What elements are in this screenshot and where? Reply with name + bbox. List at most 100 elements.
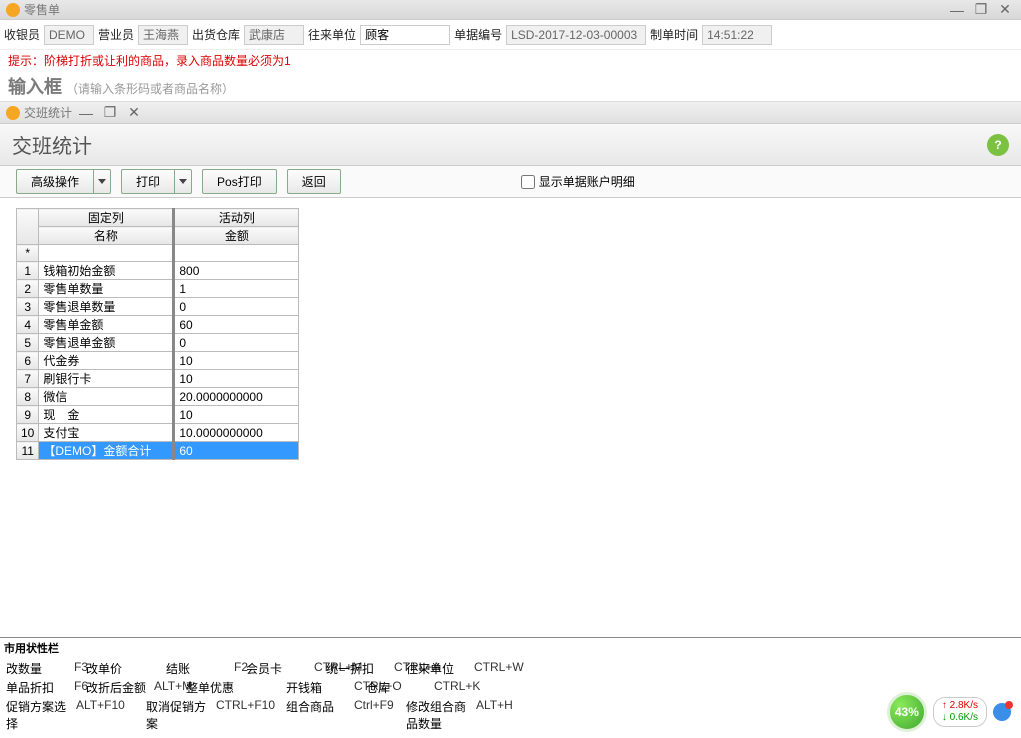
grid-area: 固定列 活动列 名称 金额 * 1钱箱初始金额8002零售单数量13零售退单数量… xyxy=(0,198,1021,470)
shortcut-label: 往来单位 xyxy=(406,660,466,677)
shortcut-item: 开钱箱CTRL+O xyxy=(286,679,366,696)
download-speed: 0.6K/s xyxy=(950,712,978,723)
print-button-main[interactable]: 打印 xyxy=(121,169,174,194)
mktime-field[interactable] xyxy=(702,25,772,45)
download-icon: ↓ xyxy=(942,712,947,723)
bottom-area: 市用状性栏 改数量F3改单价结账F2会员卡CTRL+M统一折扣CTRL+A往来单… xyxy=(0,637,1021,738)
table-row[interactable]: 7刷银行卡10 xyxy=(17,370,299,388)
table-row[interactable]: 1钱箱初始金额800 xyxy=(17,262,299,280)
shortcut-item: 改折后金额ALT+M xyxy=(86,679,186,696)
warehouse-field[interactable] xyxy=(244,25,304,45)
col-group-active: 活动列 xyxy=(174,209,299,227)
table-row[interactable]: 3零售退单数量0 xyxy=(17,298,299,316)
maximize-icon[interactable]: ❐ xyxy=(971,3,991,17)
cell-name: 【DEMO】金额合计 xyxy=(39,442,174,460)
sales-label: 营业员 xyxy=(98,26,134,43)
table-row[interactable]: 10支付宝10.0000000000 xyxy=(17,424,299,442)
shortcut-key: CTRL+W xyxy=(474,660,544,677)
back-button[interactable]: 返回 xyxy=(287,169,341,194)
row-number: 1 xyxy=(17,262,39,280)
app-icon xyxy=(6,3,20,17)
cell-amount: 0 xyxy=(174,298,299,316)
table-row[interactable]: 9现 金10 xyxy=(17,406,299,424)
warehouse-label: 出货仓库 xyxy=(192,26,240,43)
table-row[interactable]: 8微信20.0000000000 xyxy=(17,388,299,406)
shortcut-label: 整单优惠 xyxy=(186,679,246,696)
tray-icon[interactable] xyxy=(993,703,1011,721)
cell-name: 零售退单金额 xyxy=(39,334,174,352)
shortcut-label: 改单价 xyxy=(86,660,146,677)
main-title-bar: 零售单 — ❐ ✕ xyxy=(0,0,1021,20)
top-form: 收银员 营业员 出货仓库 往来单位 单据编号 制单时间 xyxy=(0,20,1021,50)
cell-amount: 10 xyxy=(174,406,299,424)
pos-print-button[interactable]: Pos打印 xyxy=(202,169,277,194)
cell-name: 支付宝 xyxy=(39,424,174,442)
shortcut-label: 开钱箱 xyxy=(286,679,346,696)
advanced-dropdown-icon[interactable] xyxy=(93,169,111,194)
input-label: 输入框 xyxy=(8,73,62,99)
shortcut-key: CTRL+K xyxy=(434,679,504,696)
cell-name: 代金券 xyxy=(39,352,174,370)
sales-field[interactable] xyxy=(138,25,188,45)
hint-text: 提示：阶梯打折或让利的商品，录入商品数量必须为1 xyxy=(0,50,1021,71)
network-widget[interactable]: 43% ↑ 2.8K/s ↓ 0.6K/s xyxy=(887,692,1011,732)
shortcut-key: ALT+H xyxy=(476,698,546,732)
print-button[interactable]: 打印 xyxy=(121,169,192,194)
sub-title-bar: 交班统计 — ❐ ✕ xyxy=(0,102,1021,124)
table-row[interactable]: 11【DEMO】金额合计60 xyxy=(17,442,299,460)
shortcut-label: 改数量 xyxy=(6,660,66,677)
sub-app-icon xyxy=(6,106,20,120)
table-row[interactable]: 2零售单数量1 xyxy=(17,280,299,298)
shortcut-item: 整单优惠 xyxy=(186,679,286,696)
cashier-field[interactable] xyxy=(44,25,94,45)
cell-name: 微信 xyxy=(39,388,174,406)
upload-speed: 2.8K/s xyxy=(950,700,978,711)
shortcut-label: 组合商品 xyxy=(286,698,346,732)
window-title: 零售单 xyxy=(24,1,60,18)
row-number: 10 xyxy=(17,424,39,442)
shortcut-label: 结账 xyxy=(166,660,226,677)
shortcut-item: 组合商品Ctrl+F9 xyxy=(286,698,406,732)
table-row[interactable]: 4零售单金额60 xyxy=(17,316,299,334)
row-number: 4 xyxy=(17,316,39,334)
docno-field[interactable] xyxy=(506,25,646,45)
row-number: 8 xyxy=(17,388,39,406)
row-number: 11 xyxy=(17,442,39,460)
sub-header: 交班统计 ? xyxy=(0,124,1021,166)
cell-amount: 10 xyxy=(174,352,299,370)
cell-amount: 0 xyxy=(174,334,299,352)
cell-amount: 10 xyxy=(174,370,299,388)
shortcut-label: 取消促销方案 xyxy=(146,698,208,732)
row-number: 3 xyxy=(17,298,39,316)
help-icon[interactable]: ? xyxy=(987,134,1009,156)
shortcut-item: 促销方案选择ALT+F10 xyxy=(6,698,146,732)
show-detail-checkbox-input[interactable] xyxy=(521,175,535,189)
cell-amount: 800 xyxy=(174,262,299,280)
page-title: 交班统计 xyxy=(12,130,92,159)
close-icon[interactable]: ✕ xyxy=(995,3,1015,17)
shortcut-item: 改数量F3 xyxy=(6,660,86,677)
shortcut-label: 仓库 xyxy=(366,679,426,696)
barcode-input-bar[interactable]: 输入框 （请输入条形码或者商品名称） xyxy=(0,71,1021,102)
upload-icon: ↑ xyxy=(942,700,947,711)
sub-maximize-icon[interactable]: ❐ xyxy=(100,106,120,120)
party-field[interactable] xyxy=(360,25,450,45)
advanced-button[interactable]: 高级操作 xyxy=(16,169,111,194)
cell-name: 钱箱初始金额 xyxy=(39,262,174,280)
summary-table[interactable]: 固定列 活动列 名称 金额 * 1钱箱初始金额8002零售单数量13零售退单数量… xyxy=(16,208,299,460)
show-detail-checkbox[interactable]: 显示单据账户明细 xyxy=(521,173,635,190)
net-speeds: ↑ 2.8K/s ↓ 0.6K/s xyxy=(933,697,987,727)
cell-amount: 1 xyxy=(174,280,299,298)
row-number: 5 xyxy=(17,334,39,352)
cell-amount: 60 xyxy=(174,442,299,460)
table-row[interactable]: 5零售退单金额0 xyxy=(17,334,299,352)
shortcut-item: 仓库CTRL+K xyxy=(366,679,466,696)
print-dropdown-icon[interactable] xyxy=(174,169,192,194)
sub-close-icon[interactable]: ✕ xyxy=(124,106,144,120)
minimize-icon[interactable]: — xyxy=(947,3,967,17)
table-row[interactable]: 6代金券10 xyxy=(17,352,299,370)
advanced-button-main[interactable]: 高级操作 xyxy=(16,169,93,194)
cell-name: 零售退单数量 xyxy=(39,298,174,316)
sub-minimize-icon[interactable]: — xyxy=(76,106,96,120)
shortcut-item: 修改组合商品数量ALT+H xyxy=(406,698,546,732)
